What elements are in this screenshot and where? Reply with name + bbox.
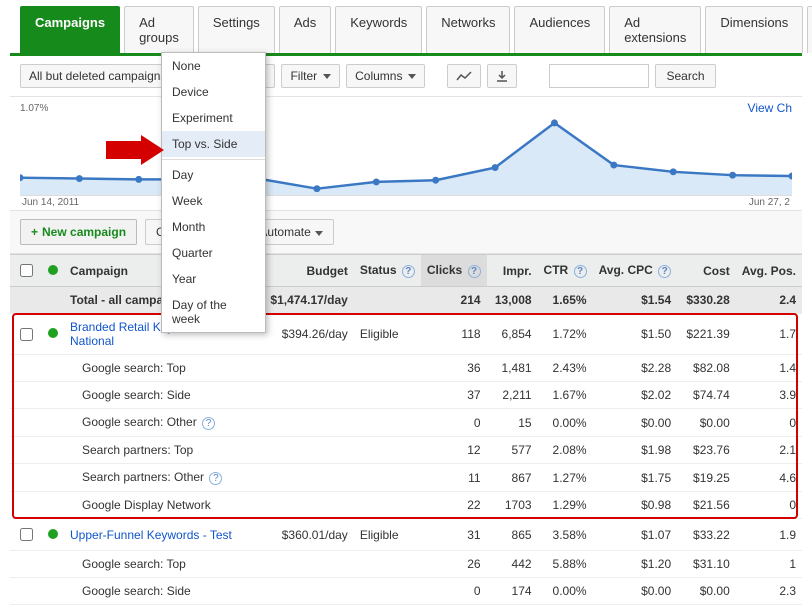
chart-xend: Jun 27, 2 — [749, 197, 790, 208]
tab-audiences[interactable]: Audiences — [514, 6, 605, 53]
data-table-wrap: Campaign Budget Status ? Clicks ? Impr. … — [10, 254, 802, 605]
table-row: Google Display Network 2217031.29%$0.98$… — [10, 492, 802, 519]
help-icon[interactable]: ? — [402, 265, 415, 278]
columns-dropdown[interactable]: Columns — [346, 64, 425, 88]
chevron-down-icon — [323, 74, 331, 79]
select-all-checkbox[interactable] — [20, 264, 33, 277]
segment-item-week[interactable]: Week — [162, 188, 265, 214]
segment-label: Google search: Side — [64, 382, 264, 409]
segment-label: Google search: Top — [64, 355, 264, 382]
table-row: Branded Retail Keywords - National$394.2… — [10, 314, 802, 355]
campaign-link[interactable]: Upper-Funnel Keywords - Test — [70, 528, 232, 542]
table-row: Search partners: Top 125772.08%$1.98$23.… — [10, 437, 802, 464]
row-checkbox[interactable] — [20, 528, 33, 541]
chart-area: View Ch 1.07% 0.18% Jun 14, 2011 Jun 27,… — [10, 97, 802, 210]
chevron-down-icon — [408, 74, 416, 79]
toolbar-primary: All but deleted campaigns Segment Filter… — [10, 56, 802, 97]
line-chart-icon — [456, 70, 472, 82]
tab-dimensions[interactable]: Dimensions — [705, 6, 803, 53]
col-status[interactable]: Status ? — [354, 255, 421, 287]
col-budget[interactable]: Budget — [264, 255, 353, 287]
table-row: Upper-Funnel Keywords - Test$360.01/dayE… — [10, 519, 802, 551]
help-icon[interactable]: ? — [574, 265, 587, 278]
table-row: Google search: Side 01740.00%$0.00$0.002… — [10, 578, 802, 605]
segment-label: Search partners: Top — [64, 437, 264, 464]
tab-settings[interactable]: Settings — [198, 6, 275, 53]
help-icon[interactable]: ? — [209, 472, 222, 485]
status-dot-icon — [48, 265, 58, 275]
table-row: Search partners: Other ?118671.27%$1.75$… — [10, 464, 802, 492]
segment-item-experiment[interactable]: Experiment — [162, 105, 265, 131]
segment-label: Google search: Side — [64, 578, 264, 605]
row-checkbox[interactable] — [20, 328, 33, 341]
chart-ytop: 1.07% — [20, 103, 792, 114]
tab-topics[interactable]: Topics — [807, 6, 812, 53]
col-clicks[interactable]: Clicks ? — [421, 255, 487, 287]
segment-label: Google Display Network — [64, 492, 264, 519]
tab-ads[interactable]: Ads — [279, 6, 331, 53]
tab-ad-extensions[interactable]: Ad extensions — [609, 6, 701, 53]
tab-ad-groups[interactable]: Ad groups — [124, 6, 194, 53]
app-root: CampaignsAd groupsSettingsAdsKeywordsNet… — [10, 0, 802, 605]
table-row: Google search: Top 264425.88%$1.20$31.10… — [10, 551, 802, 578]
new-campaign-button[interactable]: +New campaign — [20, 219, 137, 245]
columns-label: Columns — [355, 69, 402, 83]
status-dot-icon — [48, 529, 58, 539]
chart-xstart: Jun 14, 2011 — [22, 197, 79, 208]
chevron-down-icon — [315, 231, 323, 236]
col-ctr[interactable]: CTR ? — [538, 255, 593, 287]
tab-networks[interactable]: Networks — [426, 6, 510, 53]
segment-item-top-vs-side[interactable]: Top vs. Side — [162, 131, 265, 157]
chart-canvas — [20, 116, 792, 196]
search-input[interactable] — [549, 64, 649, 88]
segment-menu: NoneDeviceExperimentTop vs. Side DayWeekM… — [161, 52, 266, 333]
segment-item-year[interactable]: Year — [162, 266, 265, 292]
download-icon — [496, 70, 508, 82]
filter-label: Filter — [290, 69, 317, 83]
col-impr[interactable]: Impr. — [487, 255, 538, 287]
help-icon[interactable]: ? — [202, 417, 215, 430]
segment-item-none[interactable]: None — [162, 53, 265, 79]
tab-keywords[interactable]: Keywords — [335, 6, 422, 53]
col-avg-cpc[interactable]: Avg. CPC ? — [593, 255, 678, 287]
help-icon[interactable]: ? — [468, 265, 481, 278]
view-change-history-link[interactable]: View Ch — [748, 101, 792, 115]
search-button[interactable]: Search — [655, 64, 715, 88]
segment-item-month[interactable]: Month — [162, 214, 265, 240]
table-row: Google search: Top 361,4812.43%$2.28$82.… — [10, 355, 802, 382]
chart-svg — [20, 116, 792, 195]
segment-label: Google search: Other ? — [64, 409, 264, 437]
table-row-total: Total - all campa$1,474.17/day21413,0081… — [10, 287, 802, 314]
table-row: Google search: Other ?0150.00%$0.00$0.00… — [10, 409, 802, 437]
segment-item-day-of-the-week[interactable]: Day of the week — [162, 292, 265, 332]
help-icon[interactable]: ? — [658, 265, 671, 278]
download-button[interactable] — [487, 64, 517, 88]
segment-item-device[interactable]: Device — [162, 79, 265, 105]
scope-label: All but deleted campaigns — [29, 69, 166, 83]
segment-item-quarter[interactable]: Quarter — [162, 240, 265, 266]
toolbar-secondary: +New campaign Cha ts Automate — [10, 210, 802, 254]
chart-toggle-button[interactable] — [447, 64, 481, 88]
segment-item-day[interactable]: Day — [162, 162, 265, 188]
tab-campaigns[interactable]: Campaigns — [20, 6, 120, 53]
table-header-row: Campaign Budget Status ? Clicks ? Impr. … — [10, 255, 802, 287]
segment-label: Google search: Top — [64, 551, 264, 578]
segment-label: Search partners: Other ? — [64, 464, 264, 492]
col-avg-pos[interactable]: Avg. Pos. — [736, 255, 802, 287]
col-cost[interactable]: Cost — [677, 255, 736, 287]
filter-dropdown[interactable]: Filter — [281, 64, 340, 88]
status-dot-icon — [48, 328, 58, 338]
main-tabs: CampaignsAd groupsSettingsAdsKeywordsNet… — [10, 0, 802, 56]
campaign-table: Campaign Budget Status ? Clicks ? Impr. … — [10, 254, 802, 605]
plus-icon: + — [31, 225, 38, 239]
table-row: Google search: Side 372,2111.67%$2.02$74… — [10, 382, 802, 409]
